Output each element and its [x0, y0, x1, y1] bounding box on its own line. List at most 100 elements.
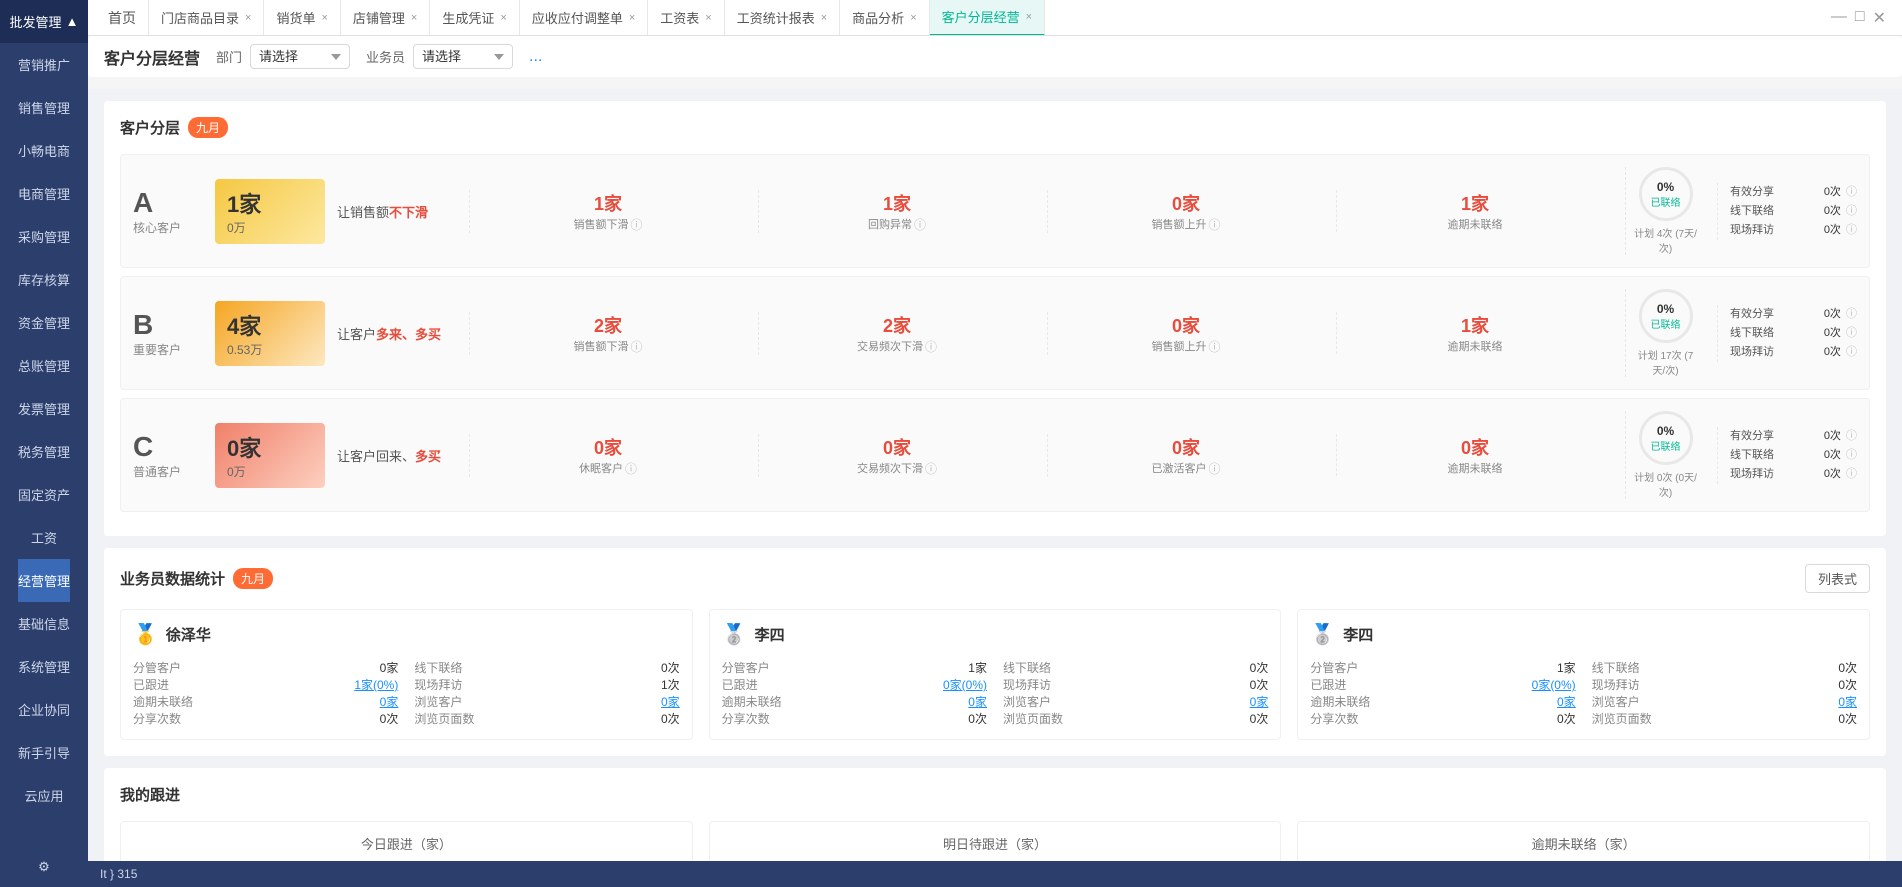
- tab-应收应付调整单[interactable]: 应收应付调整单×: [520, 0, 648, 36]
- info-icon: ⓘ: [1208, 460, 1220, 477]
- dept-select[interactable]: 请选择: [250, 44, 350, 69]
- tab-生成凭证[interactable]: 生成凭证×: [430, 0, 519, 36]
- tab-门店商品目录[interactable]: 门店商品目录×: [149, 0, 264, 36]
- sp-stat-val-right-2-1: 0次: [1838, 676, 1857, 693]
- tier-highlight-C: 多买: [415, 449, 441, 464]
- medal-icon-0: 🥇: [133, 622, 158, 647]
- tier-stat-A-1: 1家 回购异常 ⓘ: [758, 190, 1035, 233]
- tab-close-客户分层经营[interactable]: ×: [1026, 11, 1032, 23]
- tier-stat-A-3: 1家 逾期未联络: [1336, 190, 1613, 232]
- sp-stat-val-left-0-2[interactable]: 0家: [380, 693, 399, 710]
- stat-info-icon: ⓘ: [1846, 224, 1857, 236]
- tier-stat-label-A-0: 销售额下滑 ⓘ: [478, 216, 738, 233]
- stat-info-icon: ⓘ: [1846, 430, 1857, 442]
- tab-close-工资统计报表[interactable]: ×: [821, 12, 827, 24]
- tab-close-应收应付调整单[interactable]: ×: [629, 12, 635, 24]
- tab-客户分层经营[interactable]: 客户分层经营×: [930, 0, 1045, 36]
- sidebar-item-发票管理[interactable]: 发票管理: [18, 387, 70, 430]
- tier-right-stats-A: 有效分享 0次 ⓘ 线下联络 0次 ⓘ 现场拜访 0次 ⓘ: [1717, 183, 1857, 240]
- page-header: 客户分层经营 部门 请选择 业务员 请选择 ...: [88, 36, 1902, 77]
- stat-info-icon: ⓘ: [1846, 205, 1857, 217]
- sp-stat-right-1-0: 线下联络 0次: [1003, 659, 1268, 676]
- sp-stat-val-right-0-2[interactable]: 0家: [661, 693, 680, 710]
- sidebar-item-固定资产[interactable]: 固定资产: [18, 473, 70, 516]
- sp-stat-val-left-2-3: 0次: [1557, 710, 1576, 727]
- tab-工资表[interactable]: 工资表×: [648, 0, 724, 36]
- sidebar-item-基础信息[interactable]: 基础信息: [18, 602, 70, 645]
- tier-stat-label-A-3: 逾期未联络: [1345, 216, 1605, 232]
- sidebar-item-资金管理[interactable]: 资金管理: [18, 301, 70, 344]
- tab-close-门店商品目录[interactable]: ×: [245, 12, 251, 24]
- tab-销货单[interactable]: 销货单×: [264, 0, 340, 36]
- tab-close-商品分析[interactable]: ×: [910, 12, 916, 24]
- tab-商品分析[interactable]: 商品分析×: [840, 0, 929, 36]
- sp-stat-left-2-1: 已跟进 0家(0%): [1310, 676, 1575, 693]
- tab-close-工资表[interactable]: ×: [705, 12, 711, 24]
- tier-stat-num-A-1: 1家: [767, 190, 1027, 216]
- bottom-bar: It } 315: [88, 861, 1902, 887]
- sidebar-item-经营管理[interactable]: 经营管理: [18, 559, 70, 602]
- sp-stat-val-left-1-2[interactable]: 0家: [968, 693, 987, 710]
- tab-首页[interactable]: 首页: [96, 0, 149, 36]
- tier-letter-C: C: [133, 431, 203, 463]
- stat-info-icon: ⓘ: [1846, 327, 1857, 339]
- sp-col2-0: 线下联络 0次 现场拜访 1次 浏览客户 0家 浏览页面数 0次: [414, 659, 679, 727]
- sidebar-collapse-icon[interactable]: ▲: [66, 14, 79, 29]
- sp-stat-val-right-0-0: 0次: [661, 659, 680, 676]
- info-icon: ⓘ: [1208, 216, 1220, 233]
- sidebar-item-云应用[interactable]: 云应用: [18, 774, 70, 817]
- sidebar-item-总账管理[interactable]: 总账管理: [18, 344, 70, 387]
- sp-stat-val-left-2-2[interactable]: 0家: [1557, 693, 1576, 710]
- tab-close-店铺管理[interactable]: ×: [411, 12, 417, 24]
- staff-select[interactable]: 请选择: [413, 44, 513, 69]
- sp-stat-right-0-1: 现场拜访 1次: [414, 676, 679, 693]
- sidebar-settings[interactable]: ⚙: [0, 847, 88, 887]
- sp-stat-val-right-2-0: 0次: [1838, 659, 1857, 676]
- sidebar-item-企业协同[interactable]: 企业协同: [18, 688, 70, 731]
- sidebar-item-系统管理[interactable]: 系统管理: [18, 645, 70, 688]
- tab-close-销货单[interactable]: ×: [321, 12, 327, 24]
- sp-stat-val-right-1-2[interactable]: 0家: [1250, 693, 1269, 710]
- sidebar-item-营销推广[interactable]: 营销推广: [18, 43, 70, 86]
- sp-stat-label-right-0-3: 浏览页面数: [414, 710, 474, 727]
- dept-filter: 部门 请选择: [216, 44, 350, 69]
- list-view-button[interactable]: 列表式: [1805, 564, 1870, 593]
- tier-circle-pct-A: 0%: [1657, 180, 1674, 194]
- sp-stat-right-2-3: 浏览页面数 0次: [1592, 710, 1857, 727]
- sp-stat-label-right-1-3: 浏览页面数: [1003, 710, 1063, 727]
- tier-highlight-B: 多来、多买: [376, 327, 441, 342]
- sidebar-item-销售管理[interactable]: 销售管理: [18, 86, 70, 129]
- tab-工资统计报表[interactable]: 工资统计报表×: [725, 0, 840, 36]
- sidebar-item-采购管理[interactable]: 采购管理: [18, 215, 70, 258]
- sp-stat-val-right-2-2[interactable]: 0家: [1838, 693, 1857, 710]
- tab-close-生成凭证[interactable]: ×: [500, 12, 506, 24]
- tier-right-val-A-2: 0次 ⓘ: [1824, 221, 1857, 237]
- more-filters-btn[interactable]: ...: [529, 48, 542, 66]
- tab-店铺管理[interactable]: 店铺管理×: [341, 0, 430, 36]
- close-window-icon[interactable]: ✕: [1873, 8, 1886, 28]
- maximize-icon[interactable]: □: [1855, 8, 1865, 28]
- tier-stat-num-B-3: 1家: [1345, 312, 1605, 338]
- tier-stat-num-A-0: 1家: [478, 190, 738, 216]
- sidebar-item-税务管理[interactable]: 税务管理: [18, 430, 70, 473]
- sp-stat-label-left-1-3: 分享次数: [722, 710, 770, 727]
- sidebar-item-工资[interactable]: 工资: [18, 516, 70, 559]
- sidebar-item-小畅电商[interactable]: 小畅电商: [18, 129, 70, 172]
- medal-icon-2: 🥈: [1310, 622, 1335, 647]
- sidebar-item-新手引导[interactable]: 新手引导: [18, 731, 70, 774]
- sp-col2-2: 线下联络 0次 现场拜访 0次 浏览客户 0家 浏览页面数 0次: [1592, 659, 1857, 727]
- sidebar-item-电商管理[interactable]: 电商管理: [18, 172, 70, 215]
- main-area: 首页门店商品目录×销货单×店铺管理×生成凭证×应收应付调整单×工资表×工资统计报…: [88, 0, 1902, 887]
- sp-stat-label-left-2-0: 分管客户: [1310, 659, 1358, 676]
- sp-stat-label-right-2-0: 线下联络: [1592, 659, 1640, 676]
- minimize-icon[interactable]: —: [1831, 8, 1847, 28]
- sidebar-logo[interactable]: 批发管理 ▲: [0, 0, 88, 43]
- sp-stat-val-left-1-1[interactable]: 0家(0%): [943, 676, 987, 693]
- tier-stat-num-A-3: 1家: [1345, 190, 1605, 216]
- sp-stat-val-left-2-1[interactable]: 0家(0%): [1532, 676, 1576, 693]
- sp-stat-right-0-3: 浏览页面数 0次: [414, 710, 679, 727]
- sp-stat-label-left-0-2: 逾期未联络: [133, 693, 193, 710]
- followup-grid: 今日跟进（家） 去跟进 客户类型 已联络 未联络 下次跟进 ① 已激活 ① A类…: [120, 821, 1870, 861]
- sp-stat-val-left-0-1[interactable]: 1家(0%): [354, 676, 398, 693]
- sidebar-item-库存核算[interactable]: 库存核算: [18, 258, 70, 301]
